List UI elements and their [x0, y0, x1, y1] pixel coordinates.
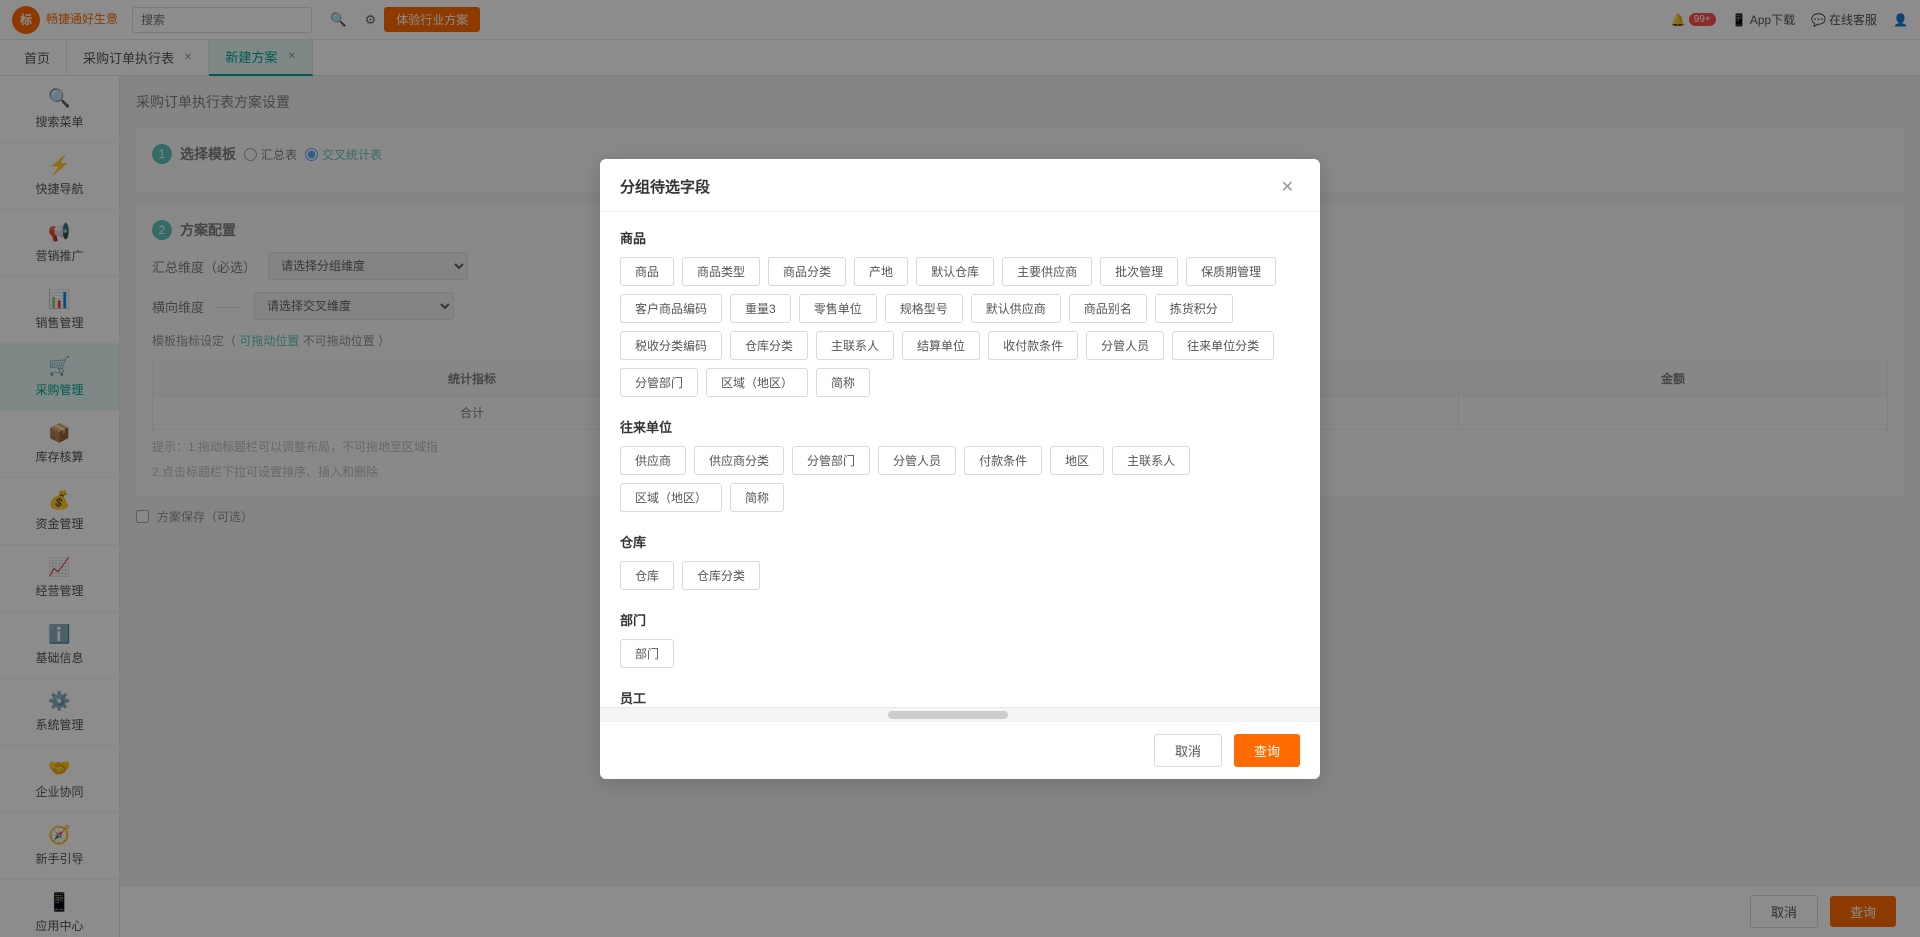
modal-footer: 取消 查询 [600, 721, 1320, 779]
modal-confirm-button[interactable]: 查询 [1234, 734, 1300, 767]
tag-goods-7[interactable]: 保质期管理 [1186, 257, 1276, 286]
tag-goods-3[interactable]: 产地 [854, 257, 908, 286]
tag-goods-6[interactable]: 批次管理 [1100, 257, 1178, 286]
tag-goods-14[interactable]: 拣货积分 [1155, 294, 1233, 323]
tag-goods-0[interactable]: 商品 [620, 257, 674, 286]
tag-goods-22[interactable]: 分管部门 [620, 368, 698, 397]
section-goods-tags: 商品 商品类型 商品分类 产地 默认仓库 主要供应商 批次管理 保质期管理 客户… [620, 257, 1300, 397]
tag-goods-17[interactable]: 主联系人 [816, 331, 894, 360]
tag-goods-5[interactable]: 主要供应商 [1002, 257, 1092, 286]
tag-partner-2[interactable]: 分管部门 [792, 446, 870, 475]
tag-dept-0[interactable]: 部门 [620, 639, 674, 668]
tag-goods-11[interactable]: 规格型号 [885, 294, 963, 323]
section-goods: 商品 商品 商品类型 商品分类 产地 默认仓库 主要供应商 批次管理 保质期管理… [620, 228, 1300, 397]
modal-cancel-button[interactable]: 取消 [1154, 734, 1222, 767]
modal-body: 商品 商品 商品类型 商品分类 产地 默认仓库 主要供应商 批次管理 保质期管理… [600, 212, 1320, 707]
tag-goods-21[interactable]: 往来单位分类 [1172, 331, 1274, 360]
section-partner: 往来单位 供应商 供应商分类 分管部门 分管人员 付款条件 地区 主联系人 区域… [620, 417, 1300, 512]
tag-wh-0[interactable]: 仓库 [620, 561, 674, 590]
modal-horizontal-scrollbar[interactable] [600, 707, 1320, 721]
section-dept: 部门 部门 [620, 610, 1300, 668]
section-goods-title: 商品 [620, 228, 1300, 247]
section-employee-title: 员工 [620, 688, 1300, 707]
tag-goods-4[interactable]: 默认仓库 [916, 257, 994, 286]
tag-wh-1[interactable]: 仓库分类 [682, 561, 760, 590]
tag-goods-8[interactable]: 客户商品编码 [620, 294, 722, 323]
tag-goods-18[interactable]: 结算单位 [902, 331, 980, 360]
tag-goods-16[interactable]: 仓库分类 [730, 331, 808, 360]
tag-partner-3[interactable]: 分管人员 [878, 446, 956, 475]
modal-close-button[interactable]: ✕ [1275, 175, 1300, 199]
section-partner-title: 往来单位 [620, 417, 1300, 436]
hscroll-thumb [888, 711, 1008, 719]
tag-partner-1[interactable]: 供应商分类 [694, 446, 784, 475]
tag-goods-12[interactable]: 默认供应商 [971, 294, 1061, 323]
tag-goods-2[interactable]: 商品分类 [768, 257, 846, 286]
field-select-modal: 分组待选字段 ✕ 商品 商品 商品类型 商品分类 产地 默认仓库 主要供应商 批… [600, 159, 1320, 779]
modal-overlay: 分组待选字段 ✕ 商品 商品 商品类型 商品分类 产地 默认仓库 主要供应商 批… [0, 0, 1920, 937]
tag-goods-24[interactable]: 简称 [816, 368, 870, 397]
tag-partner-0[interactable]: 供应商 [620, 446, 686, 475]
tag-partner-5[interactable]: 地区 [1050, 446, 1104, 475]
section-warehouse-title: 仓库 [620, 532, 1300, 551]
tag-goods-20[interactable]: 分管人员 [1086, 331, 1164, 360]
tag-partner-4[interactable]: 付款条件 [964, 446, 1042, 475]
section-dept-tags: 部门 [620, 639, 1300, 668]
tag-goods-1[interactable]: 商品类型 [682, 257, 760, 286]
section-partner-tags: 供应商 供应商分类 分管部门 分管人员 付款条件 地区 主联系人 区域（地区） … [620, 446, 1300, 512]
section-warehouse: 仓库 仓库 仓库分类 [620, 532, 1300, 590]
tag-goods-13[interactable]: 商品别名 [1069, 294, 1147, 323]
tag-goods-19[interactable]: 收付款条件 [988, 331, 1078, 360]
tag-goods-23[interactable]: 区域（地区） [706, 368, 808, 397]
tag-partner-6[interactable]: 主联系人 [1112, 446, 1190, 475]
section-dept-title: 部门 [620, 610, 1300, 629]
tag-partner-8[interactable]: 简称 [730, 483, 784, 512]
tag-partner-7[interactable]: 区域（地区） [620, 483, 722, 512]
tag-goods-9[interactable]: 重量3 [730, 294, 791, 323]
modal-title: 分组待选字段 [620, 176, 710, 197]
modal-header: 分组待选字段 ✕ [600, 159, 1320, 212]
section-warehouse-tags: 仓库 仓库分类 [620, 561, 1300, 590]
section-employee: 员工 业务员 [620, 688, 1300, 707]
tag-goods-15[interactable]: 税收分类编码 [620, 331, 722, 360]
tag-goods-10[interactable]: 零售单位 [799, 294, 877, 323]
